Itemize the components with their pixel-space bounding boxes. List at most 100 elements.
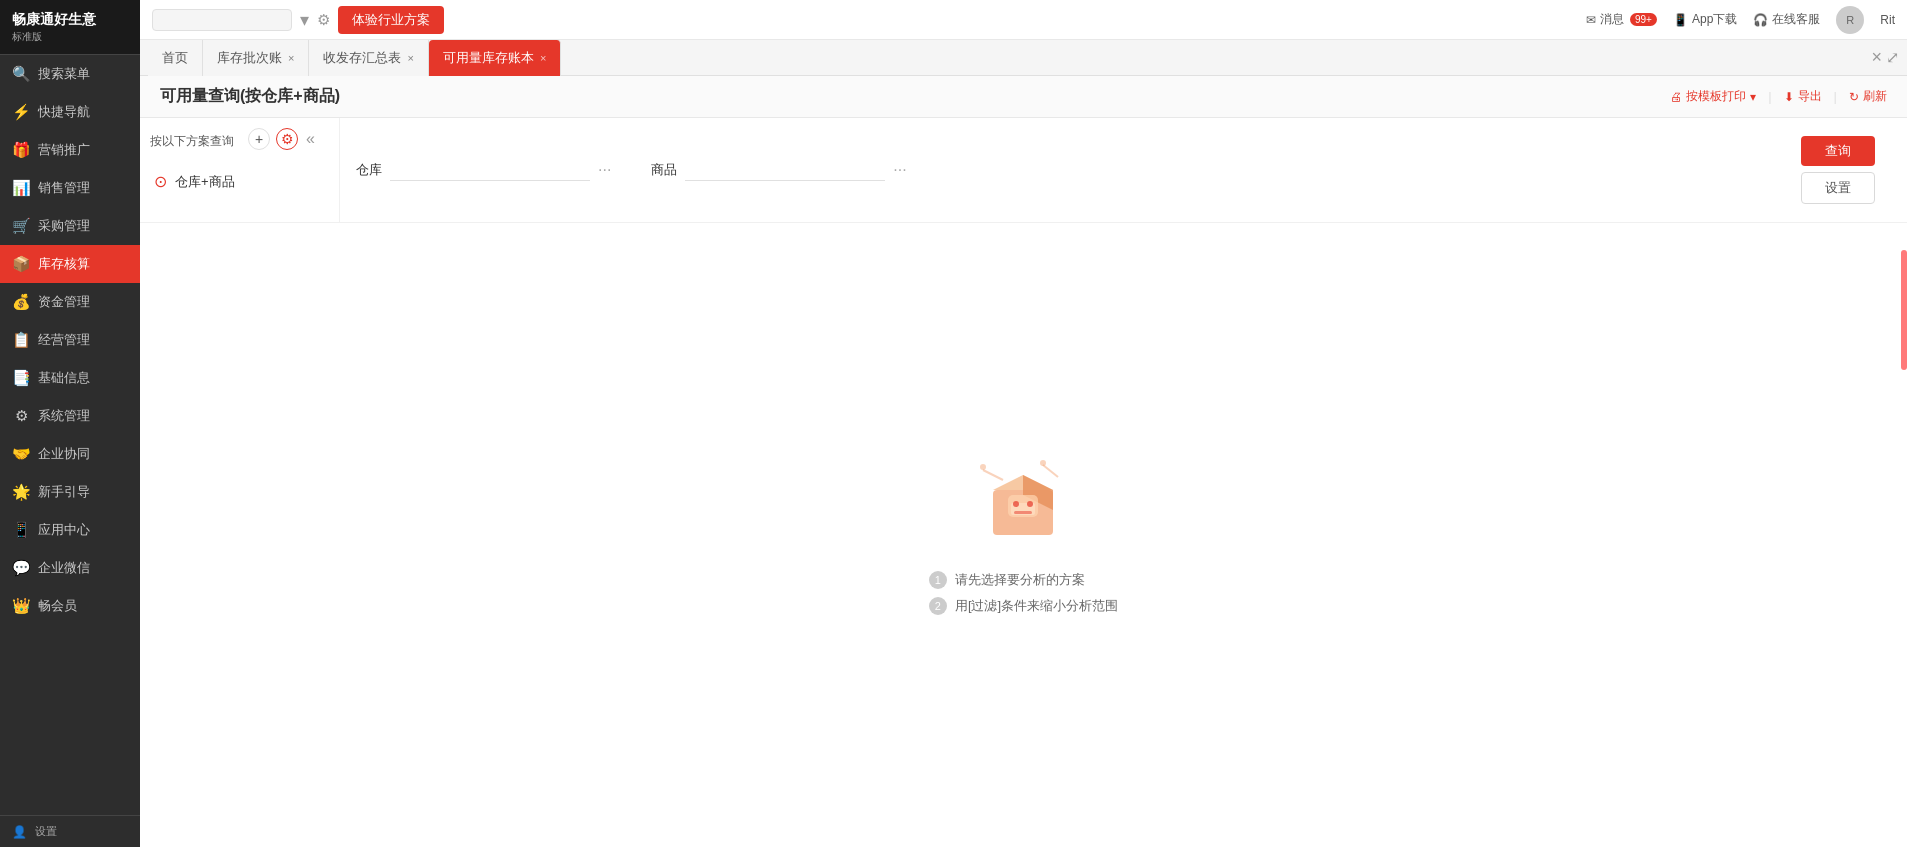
sidebar-item-search[interactable]: 🔍 搜索菜单 — [0, 55, 140, 93]
tab-batch-account-close[interactable]: × — [288, 52, 294, 64]
headset-icon: 🎧 — [1753, 13, 1768, 27]
filter-schemes-panel: 按以下方案查询 + ⚙ « ⊙ 仓库+商品 — [140, 118, 340, 222]
sidebar-icon-purchase: 🛒 — [12, 217, 30, 235]
sidebar-item-guide[interactable]: 🌟 新手引导 — [0, 473, 140, 511]
sidebar-label-search: 搜索菜单 — [38, 65, 90, 83]
sidebar-label-operations: 经营管理 — [38, 331, 90, 349]
refresh-button[interactable]: ↻ 刷新 — [1849, 88, 1887, 105]
filter-settings-button[interactable]: ⚙ — [276, 128, 298, 150]
sidebar-label-system: 系统管理 — [38, 407, 90, 425]
divider2: | — [1834, 89, 1837, 104]
warehouse-field-label: 仓库 — [356, 161, 382, 179]
online-service-item[interactable]: 🎧 在线客服 — [1753, 11, 1820, 28]
empty-illustration — [973, 455, 1073, 555]
avatar-initials: R — [1846, 14, 1854, 26]
sidebar-icon-base_info: 📑 — [12, 369, 30, 387]
empty-tips: 1 请先选择要分析的方案 2 用[过滤]条件来缩小分析范围 — [929, 571, 1118, 615]
topbar: ▾ ⚙ 体验行业方案 ✉ 消息 99+ 📱 App下载 🎧 在线客服 R Rit — [140, 0, 1907, 40]
tip-num-1: 1 — [929, 571, 947, 589]
tabs-actions: × ⤢ — [1871, 47, 1899, 68]
footer-icon: 👤 — [12, 825, 27, 839]
filter-top-row: 按以下方案查询 + ⚙ « — [140, 128, 339, 158]
tab-receipt-summary-close[interactable]: × — [407, 52, 413, 64]
sidebar-item-system[interactable]: ⚙ 系统管理 — [0, 397, 140, 435]
sidebar-label-enterprise: 企业协同 — [38, 445, 90, 463]
content-area: 1 请先选择要分析的方案 2 用[过滤]条件来缩小分析范围 — [140, 223, 1907, 847]
filter-collapse-button[interactable]: « — [304, 128, 317, 150]
print-label: 按模板打印 — [1686, 88, 1746, 105]
user-avatar[interactable]: R — [1836, 6, 1864, 34]
app-download-label: App下载 — [1692, 11, 1737, 28]
app-download-item[interactable]: 📱 App下载 — [1673, 11, 1737, 28]
product-dots-icon[interactable]: ··· — [893, 161, 906, 179]
message-badge: 99+ — [1630, 13, 1657, 26]
topbar-search-input[interactable] — [152, 9, 292, 31]
warehouse-dots-icon[interactable]: ··· — [598, 161, 611, 179]
sidebar-label-inventory: 库存核算 — [38, 255, 90, 273]
export-button[interactable]: ⬇ 导出 — [1784, 88, 1822, 105]
tabs-close-button[interactable]: × — [1871, 47, 1882, 68]
sidebar-icon-member: 👑 — [12, 597, 30, 615]
sidebar-label-wechat: 企业微信 — [38, 559, 90, 577]
tab-available-stock-close[interactable]: × — [540, 52, 546, 64]
tab-receipt-summary[interactable]: 收发存汇总表 × — [309, 40, 428, 76]
tip-1: 1 请先选择要分析的方案 — [929, 571, 1118, 589]
sidebar-header: 畅康通好生意 标准版 — [0, 0, 140, 55]
username-label[interactable]: Rit — [1880, 13, 1895, 27]
topbar-gear-icon[interactable]: ⚙ — [317, 11, 330, 29]
message-label: 消息 — [1600, 11, 1624, 28]
page-header: 可用量查询(按仓库+商品) 🖨 按模板打印 ▾ | ⬇ 导出 | ↻ 刷新 — [140, 76, 1907, 118]
tab-available-stock[interactable]: 可用量库存账本 × — [429, 40, 561, 76]
sidebar-label-purchase: 采购管理 — [38, 217, 90, 235]
svg-rect-7 — [1014, 511, 1032, 514]
page-title: 可用量查询(按仓库+商品) — [160, 86, 340, 107]
sidebar-icon-finance: 💰 — [12, 293, 30, 311]
sidebar-item-member[interactable]: 👑 畅会员 — [0, 587, 140, 625]
sidebar-item-marketing[interactable]: 🎁 营销推广 — [0, 131, 140, 169]
sidebar-item-wechat[interactable]: 💬 企业微信 — [0, 549, 140, 587]
topbar-dropdown-icon[interactable]: ▾ — [300, 9, 309, 31]
svg-point-11 — [1040, 460, 1046, 466]
sidebar-item-finance[interactable]: 💰 资金管理 — [0, 283, 140, 321]
filter-scheme-item[interactable]: ⊙ 仓库+商品 — [144, 166, 339, 197]
svg-point-6 — [1027, 501, 1033, 507]
sidebar-icon-system: ⚙ — [12, 407, 30, 425]
refresh-icon: ↻ — [1849, 90, 1859, 104]
sidebar-item-base_info[interactable]: 📑 基础信息 — [0, 359, 140, 397]
message-icon: ✉ — [1586, 13, 1596, 27]
right-scrollbar[interactable] — [1901, 250, 1907, 370]
sidebar-icon-search: 🔍 — [12, 65, 30, 83]
page-actions: 🖨 按模板打印 ▾ | ⬇ 导出 | ↻ 刷新 — [1670, 88, 1887, 105]
message-item[interactable]: ✉ 消息 99+ — [1586, 11, 1657, 28]
warehouse-field-input[interactable] — [390, 159, 590, 181]
industry-solution-button[interactable]: 体验行业方案 — [338, 6, 444, 34]
settings-button[interactable]: 设置 — [1801, 172, 1875, 204]
sidebar-icon-quick_nav: ⚡ — [12, 103, 30, 121]
sidebar-icon-sales: 📊 — [12, 179, 30, 197]
tab-home[interactable]: 首页 — [148, 40, 203, 76]
sidebar-label-member: 畅会员 — [38, 597, 77, 615]
product-field-input[interactable] — [685, 159, 885, 181]
tab-available-stock-label: 可用量库存账本 — [443, 49, 534, 67]
sidebar-item-inventory[interactable]: 📦 库存核算 — [0, 245, 140, 283]
tip-text-1: 请先选择要分析的方案 — [955, 571, 1085, 589]
sidebar-item-sales[interactable]: 📊 销售管理 — [0, 169, 140, 207]
sidebar-footer: 👤 设置 — [0, 815, 140, 847]
print-button[interactable]: 🖨 按模板打印 ▾ — [1670, 88, 1756, 105]
sidebar-item-quick_nav[interactable]: ⚡ 快捷导航 — [0, 93, 140, 131]
sidebar-item-operations[interactable]: 📋 经营管理 — [0, 321, 140, 359]
filter-add-button[interactable]: + — [248, 128, 270, 150]
sidebar-label-sales: 销售管理 — [38, 179, 90, 197]
sidebar-item-enterprise[interactable]: 🤝 企业协同 — [0, 435, 140, 473]
settings-circle-icon: ⚙ — [281, 131, 294, 147]
plus-icon: + — [255, 131, 263, 147]
sidebar-item-app_center[interactable]: 📱 应用中心 — [0, 511, 140, 549]
query-button[interactable]: 查询 — [1801, 136, 1875, 166]
tip-num-2: 2 — [929, 597, 947, 615]
tabs-expand-button[interactable]: ⤢ — [1886, 47, 1899, 68]
print-dropdown-icon: ▾ — [1750, 90, 1756, 104]
sidebar-item-purchase[interactable]: 🛒 采购管理 — [0, 207, 140, 245]
tab-batch-account[interactable]: 库存批次账 × — [203, 40, 309, 76]
app-name: 畅康通好生意 — [12, 10, 128, 30]
sidebar-icon-guide: 🌟 — [12, 483, 30, 501]
